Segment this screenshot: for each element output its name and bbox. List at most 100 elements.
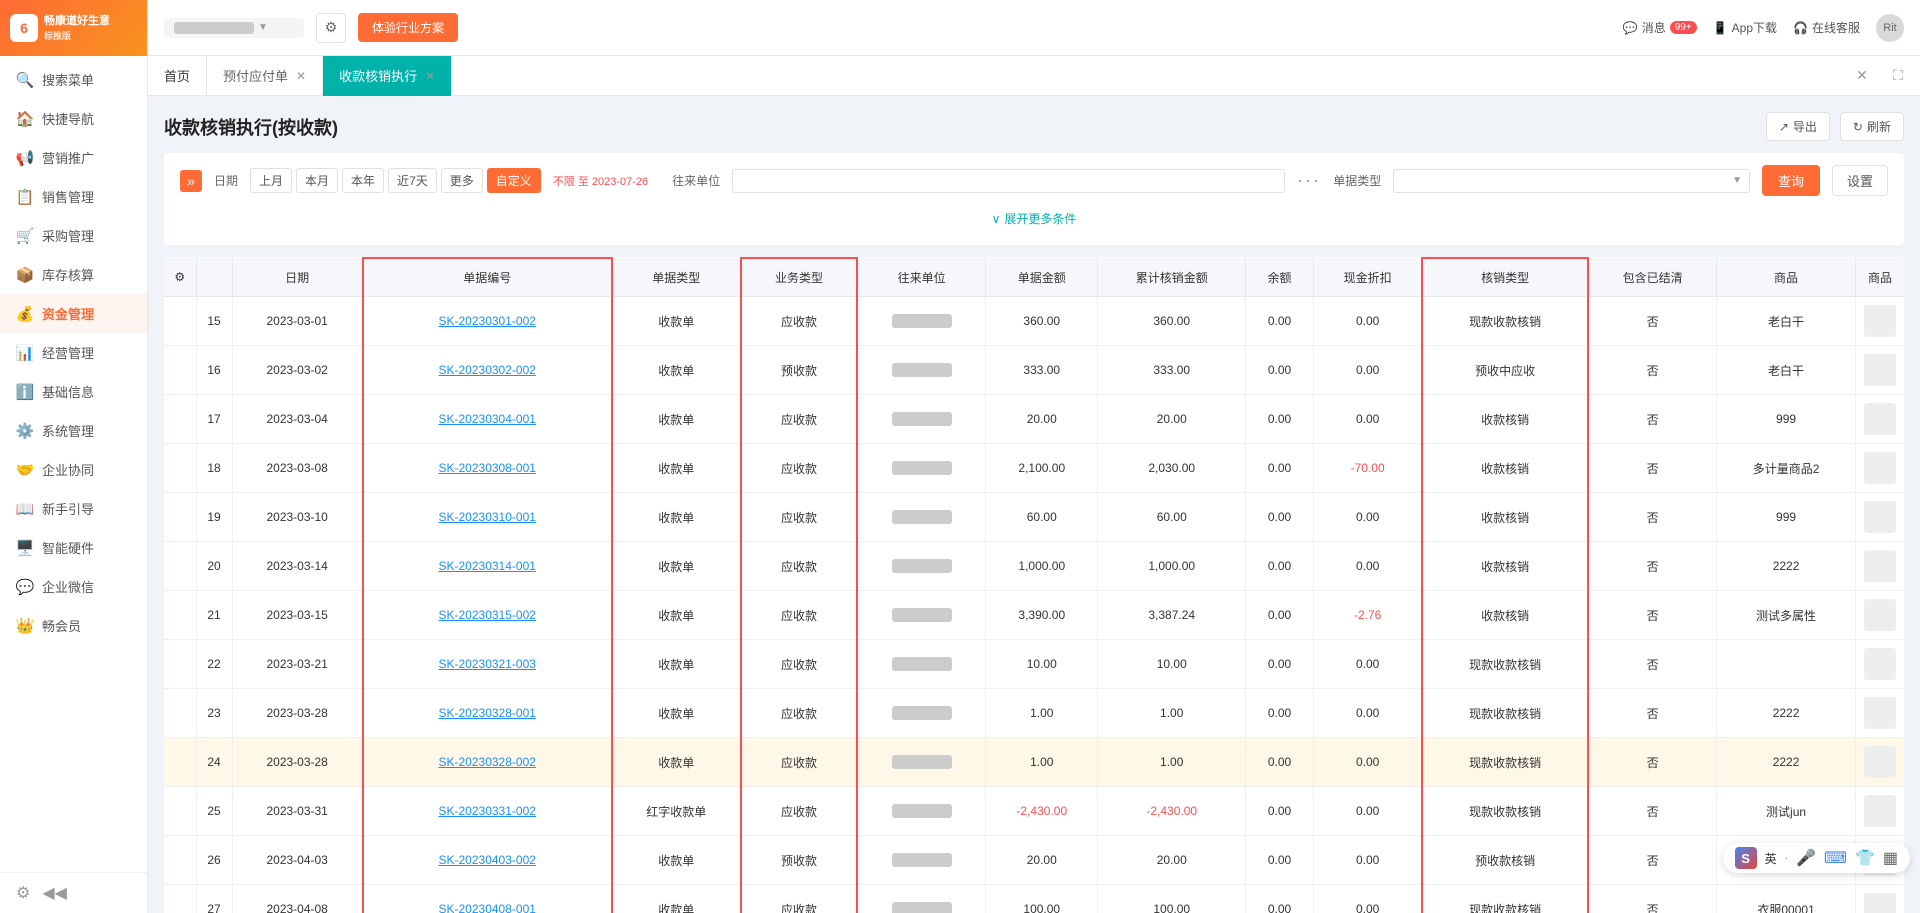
- cell-product2: [1856, 885, 1905, 913]
- col-write-off-type[interactable]: 核销类型: [1422, 258, 1588, 297]
- cell-doc-no[interactable]: SK-20230328-001: [363, 689, 612, 738]
- tab-fullscreen-button[interactable]: ⛶: [1884, 62, 1912, 90]
- sidebar-item-enterprise[interactable]: 🤝 企业协同: [0, 450, 147, 489]
- cell-product: 老白干: [1717, 346, 1856, 395]
- cell-doc-no[interactable]: SK-20230308-001: [363, 444, 612, 493]
- doc-no-link[interactable]: SK-20230310-001: [439, 510, 536, 524]
- service-button[interactable]: 🎧 在线客服: [1793, 19, 1860, 36]
- sidebar-item-purchase[interactable]: 🛒 采购管理: [0, 216, 147, 255]
- cell-doc-no[interactable]: SK-20230304-001: [363, 395, 612, 444]
- cell-doc-no[interactable]: SK-20230408-001: [363, 885, 612, 913]
- col-settings[interactable]: ⚙: [164, 258, 196, 297]
- col-biz-type[interactable]: 业务类型: [741, 258, 857, 297]
- settings-gear-button[interactable]: ⚙: [316, 13, 346, 43]
- col-product[interactable]: 商品: [1717, 258, 1856, 297]
- sogou-keyboard-icon[interactable]: ⌨: [1824, 848, 1847, 868]
- custom-date-btn[interactable]: 自定义: [487, 168, 541, 193]
- partner-more-icon[interactable]: ···: [1297, 170, 1321, 191]
- col-partner[interactable]: 往来单位: [857, 258, 986, 297]
- sidebar-item-marketing[interactable]: 📢 营销推广: [0, 138, 147, 177]
- doc-no-link[interactable]: SK-20230331-002: [439, 804, 536, 818]
- col-product2[interactable]: 商品: [1856, 258, 1905, 297]
- doc-no-link[interactable]: SK-20230315-002: [439, 608, 536, 622]
- sidebar-item-sales[interactable]: 📋 销售管理: [0, 177, 147, 216]
- doc-no-link[interactable]: SK-20230328-001: [439, 706, 536, 720]
- receipt-type-select[interactable]: [1393, 169, 1750, 193]
- doc-no-link[interactable]: SK-20230403-002: [439, 853, 536, 867]
- sidebar-item-finance[interactable]: 💰 资金管理: [0, 294, 147, 333]
- tab-close-button[interactable]: ✕: [1848, 62, 1876, 90]
- cell-doc-no[interactable]: SK-20230310-001: [363, 493, 612, 542]
- cell-doc-no[interactable]: SK-20230331-002: [363, 787, 612, 836]
- sogou-grid-icon[interactable]: ▦: [1883, 848, 1898, 868]
- app-download-button[interactable]: 📱 App下载: [1713, 19, 1777, 36]
- refresh-button[interactable]: ↻ 刷新: [1840, 112, 1904, 141]
- sogou-shirt-icon[interactable]: 👕: [1855, 848, 1875, 868]
- tab-collection[interactable]: 收款核销执行 ✕: [323, 56, 452, 96]
- col-write-off[interactable]: 累计核销金额: [1098, 258, 1246, 297]
- col-doc-no[interactable]: 单据编号: [363, 258, 612, 297]
- cell-product: 衣服00001: [1717, 885, 1856, 913]
- export-button[interactable]: ↗ 导出: [1766, 112, 1830, 141]
- col-amount[interactable]: 单据金额: [986, 258, 1098, 297]
- user-avatar[interactable]: Rit: [1876, 14, 1904, 42]
- col-date[interactable]: 日期: [232, 258, 363, 297]
- col-include-cleared[interactable]: 包含已结清: [1588, 258, 1717, 297]
- solution-button[interactable]: 体验行业方案: [358, 13, 458, 42]
- doc-no-link[interactable]: SK-20230301-002: [439, 314, 536, 328]
- sidebar-item-guide[interactable]: 📖 新手引导: [0, 489, 147, 528]
- cell-biz-type: 应收款: [741, 444, 857, 493]
- sidebar-item-quicknav[interactable]: 🏠 快捷导航: [0, 99, 147, 138]
- more-dates-btn[interactable]: 更多: [441, 168, 483, 193]
- sidebar-item-vip[interactable]: 👑 畅会员: [0, 606, 147, 645]
- partner-input[interactable]: [732, 169, 1285, 193]
- cell-doc-no[interactable]: SK-20230321-003: [363, 640, 612, 689]
- collapse-icon[interactable]: ◀◀: [42, 883, 67, 903]
- sidebar-item-basic[interactable]: ℹ️ 基础信息: [0, 372, 147, 411]
- workspace-label: [174, 22, 254, 34]
- settings-bottom-icon[interactable]: ⚙: [16, 883, 30, 903]
- last-month-btn[interactable]: 上月: [250, 168, 292, 193]
- tab-home[interactable]: 首页: [148, 56, 207, 96]
- doc-no-link[interactable]: SK-20230304-001: [439, 412, 536, 426]
- cell-doc-no[interactable]: SK-20230301-002: [363, 297, 612, 346]
- cell-doc-no[interactable]: SK-20230302-002: [363, 346, 612, 395]
- sidebar-item-operation[interactable]: 📊 经营管理: [0, 333, 147, 372]
- cell-doc-no[interactable]: SK-20230403-002: [363, 836, 612, 885]
- doc-no-link[interactable]: SK-20230321-003: [439, 657, 536, 671]
- tab-prepay-close-icon[interactable]: ✕: [296, 69, 306, 83]
- cell-write-off-type: 现款收款核销: [1422, 787, 1588, 836]
- cell-amount: 2,100.00: [986, 444, 1098, 493]
- col-discount[interactable]: 现金折扣: [1314, 258, 1423, 297]
- cell-doc-no[interactable]: SK-20230314-001: [363, 542, 612, 591]
- sidebar-item-system[interactable]: ⚙️ 系统管理: [0, 411, 147, 450]
- tab-collection-close-icon[interactable]: ✕: [425, 69, 435, 83]
- doc-no-link[interactable]: SK-20230302-002: [439, 363, 536, 377]
- cell-settings: [164, 493, 196, 542]
- cell-doc-no[interactable]: SK-20230315-002: [363, 591, 612, 640]
- expand-more-conditions-btn[interactable]: ∨ 展开更多条件: [980, 206, 1089, 231]
- doc-no-link[interactable]: SK-20230314-001: [439, 559, 536, 573]
- this-year-btn[interactable]: 本年: [342, 168, 384, 193]
- tab-prepay[interactable]: 预付应付单 ✕: [207, 56, 323, 96]
- col-doc-type[interactable]: 单据类型: [612, 258, 741, 297]
- sidebar-item-label: 企业微信: [42, 577, 94, 596]
- cell-doc-no[interactable]: SK-20230328-002: [363, 738, 612, 787]
- doc-no-link[interactable]: SK-20230328-002: [439, 755, 536, 769]
- query-button[interactable]: 查询: [1762, 165, 1820, 196]
- last-7-days-btn[interactable]: 近7天: [388, 168, 437, 193]
- expand-toggle-button[interactable]: »: [180, 170, 202, 192]
- sogou-mic-icon[interactable]: 🎤: [1796, 848, 1816, 868]
- sidebar-item-wechat[interactable]: 💬 企业微信: [0, 567, 147, 606]
- sidebar-item-hardware[interactable]: 🖥️ 智能硬件: [0, 528, 147, 567]
- doc-no-link[interactable]: SK-20230308-001: [439, 461, 536, 475]
- cell-include-cleared: 否: [1588, 885, 1717, 913]
- sidebar-item-search[interactable]: 🔍 搜索菜单: [0, 60, 147, 99]
- settings-button[interactable]: 设置: [1832, 165, 1888, 196]
- this-month-btn[interactable]: 本月: [296, 168, 338, 193]
- col-balance[interactable]: 余额: [1246, 258, 1314, 297]
- workspace-selector[interactable]: ▼: [164, 18, 304, 38]
- doc-no-link[interactable]: SK-20230408-001: [439, 902, 536, 913]
- sidebar-item-inventory[interactable]: 📦 库存核算: [0, 255, 147, 294]
- message-button[interactable]: 💬 消息 99+: [1623, 19, 1697, 36]
